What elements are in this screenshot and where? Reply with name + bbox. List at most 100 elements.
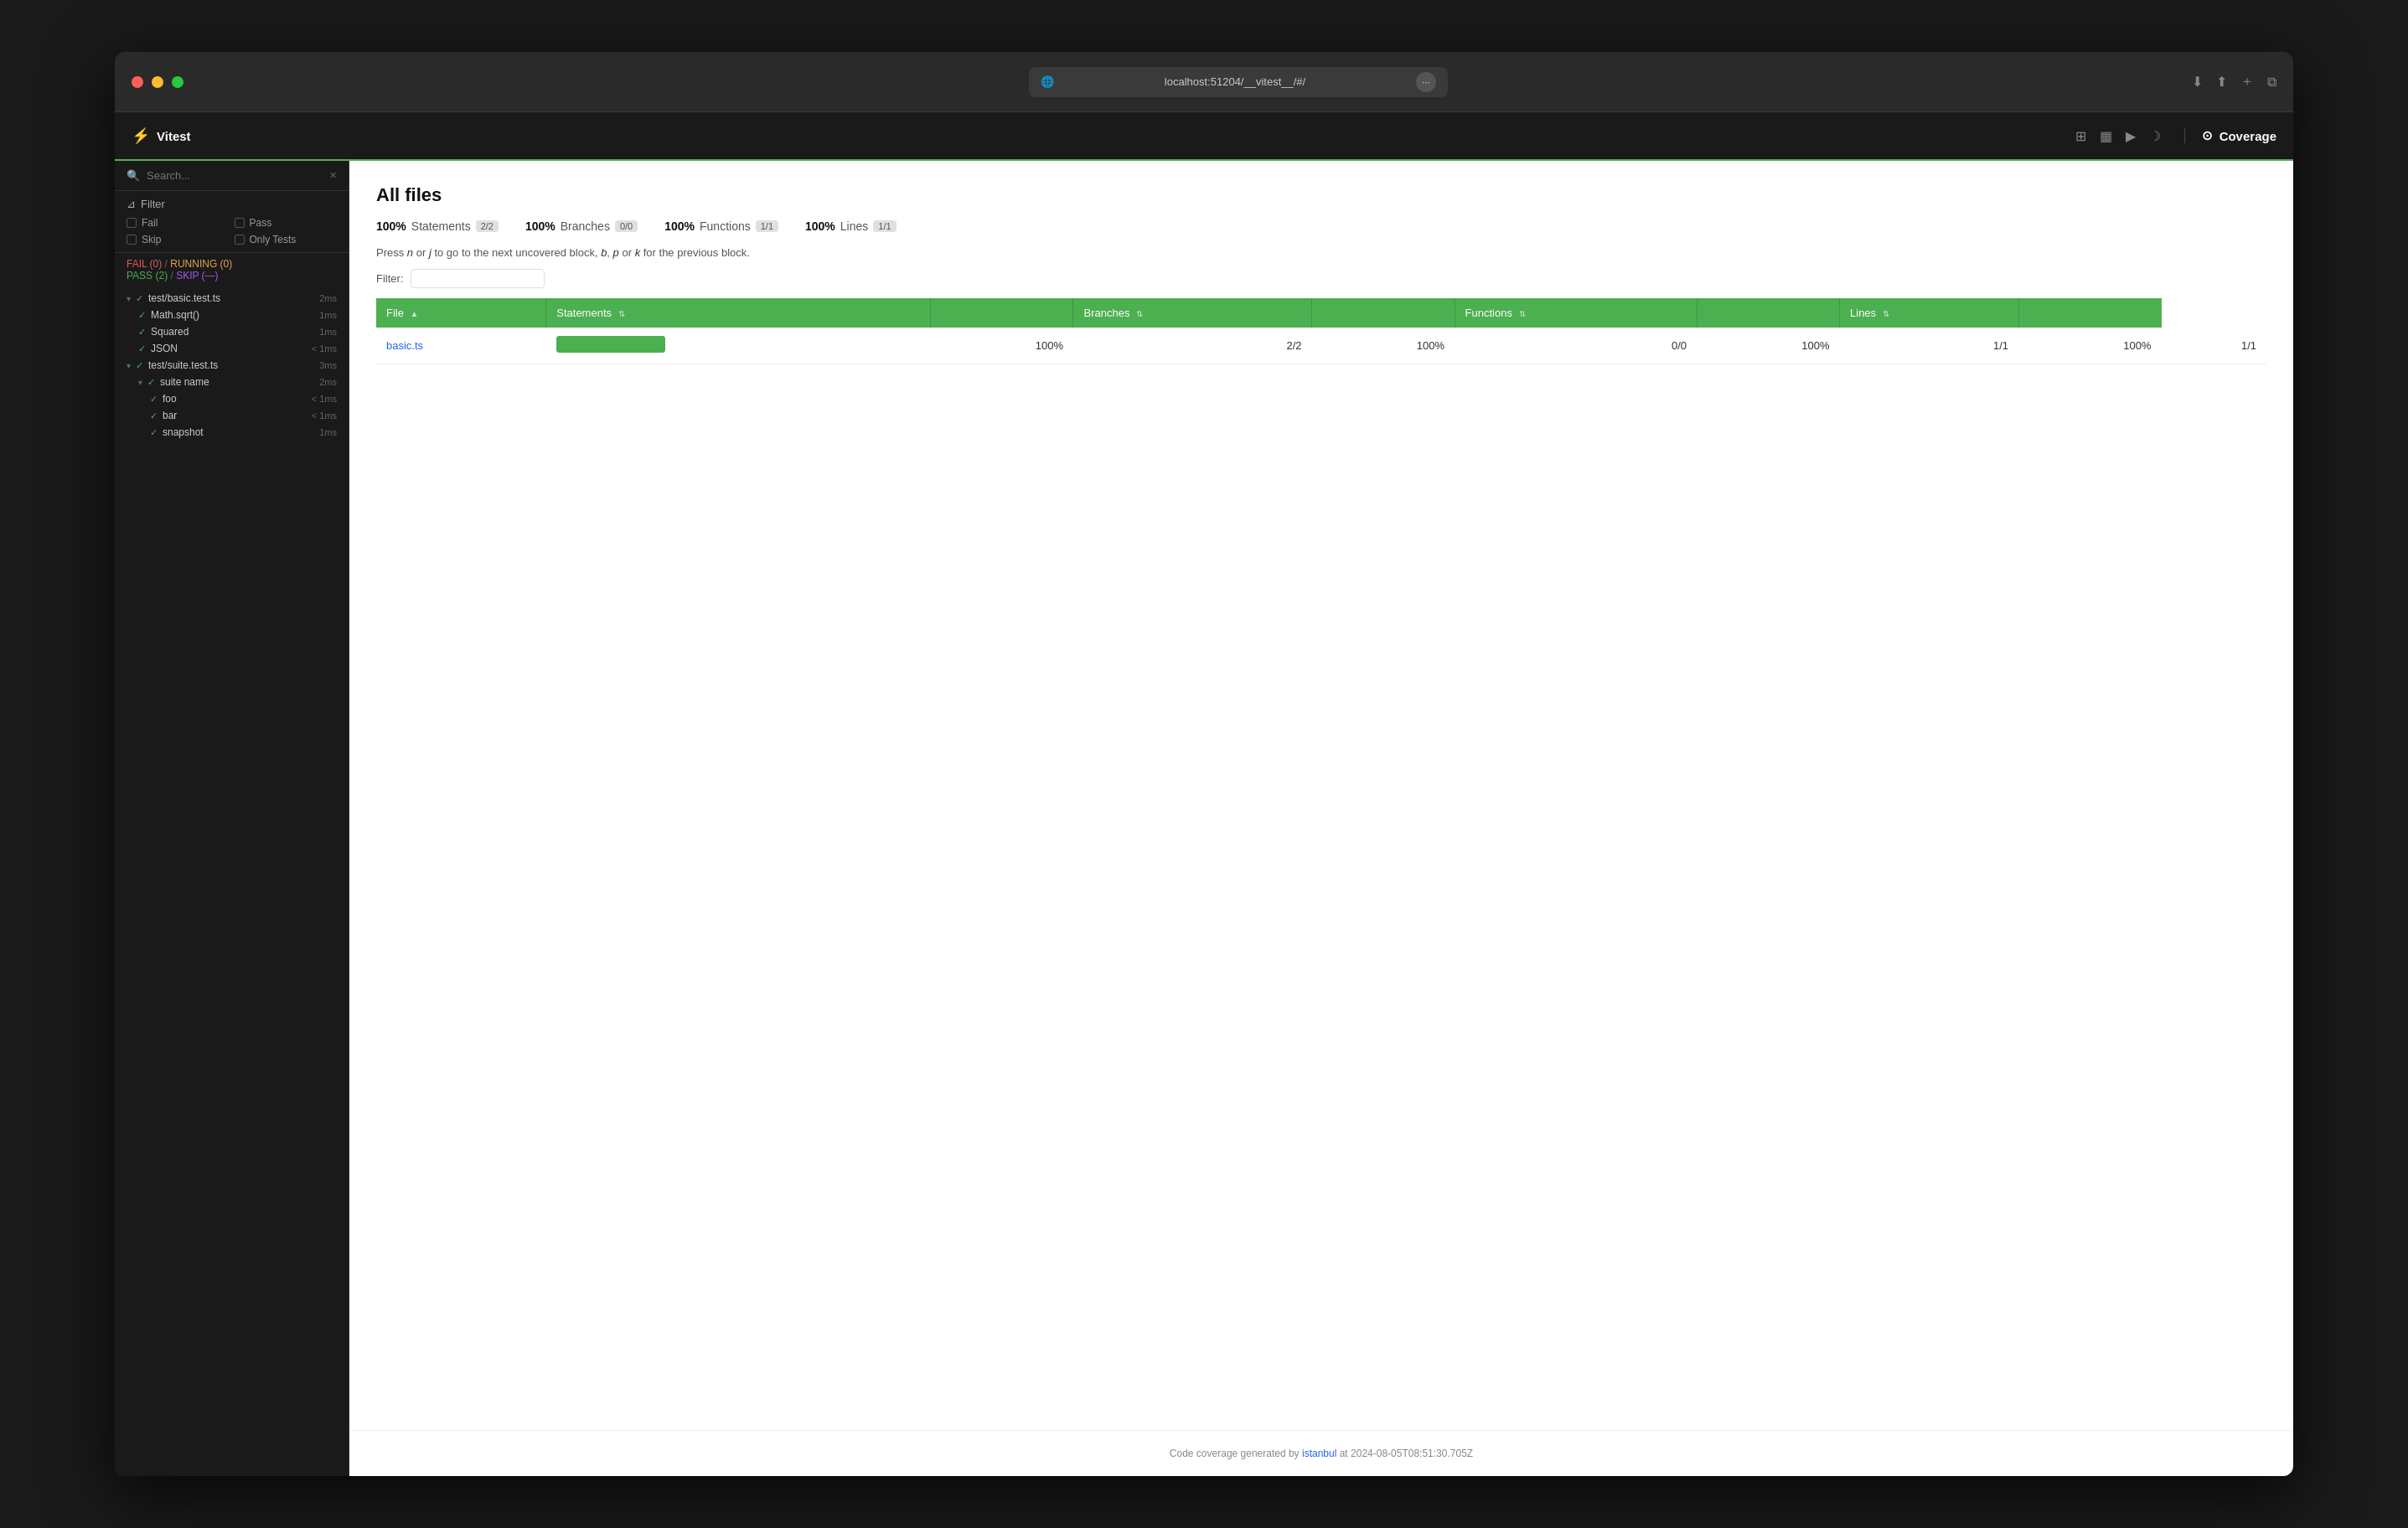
list-item[interactable]: ✓ foo < 1ms <box>115 390 349 407</box>
traffic-lights <box>132 76 183 88</box>
item-time: 2ms <box>319 377 337 387</box>
filter-section: ⊿ Filter Fail Pass Skip <box>115 191 349 253</box>
check-icon: ✓ <box>150 394 158 405</box>
th-branches[interactable]: Branches ⇅ <box>1073 298 1312 328</box>
filter-only-tests[interactable]: Only Tests <box>235 234 338 245</box>
tabs-icon[interactable]: ⧉ <box>2267 75 2276 90</box>
moon-icon[interactable]: ☽ <box>2149 128 2161 144</box>
table-body: basic.ts 100% <box>376 328 2266 364</box>
td-functions-frac: 1/1 <box>1840 328 2019 364</box>
td-branches-frac: 0/0 <box>1455 328 1697 364</box>
skip-count: SKIP (—) <box>176 270 218 281</box>
lines-badge: 1/1 <box>873 220 896 232</box>
share-icon[interactable]: ⬆ <box>2216 74 2227 90</box>
functions-header: Functions <box>1465 307 1512 319</box>
footer-text: Code coverage generated by <box>1170 1448 1300 1459</box>
test-name: Math.sqrt() <box>151 309 314 321</box>
sort-icon: ⇅ <box>618 309 625 318</box>
close-button[interactable] <box>132 76 143 88</box>
th-lines[interactable]: Lines ⇅ <box>1840 298 2019 328</box>
list-item[interactable]: ▾ ✓ test/suite.test.ts 3ms <box>115 357 349 374</box>
th-file[interactable]: File ▲ <box>376 298 546 328</box>
check-icon: ✓ <box>138 327 146 338</box>
chevron-down-icon: ▾ <box>138 378 142 387</box>
branches-label: Branches <box>561 219 610 233</box>
th-statements-frac <box>930 298 1073 328</box>
pass-checkbox[interactable] <box>235 218 245 228</box>
test-name: Squared <box>151 326 314 338</box>
sort-asc-icon: ▲ <box>411 309 419 318</box>
maximize-button[interactable] <box>172 76 183 88</box>
filter-fail[interactable]: Fail <box>127 217 230 229</box>
check-icon: ✓ <box>150 427 158 438</box>
lines-header: Lines <box>1850 307 1876 319</box>
fail-label: Fail <box>142 217 158 229</box>
run-icon[interactable]: ▶ <box>2126 128 2136 144</box>
check-icon: ✓ <box>147 377 155 388</box>
list-item[interactable]: ✓ JSON < 1ms <box>115 340 349 357</box>
new-tab-icon[interactable]: ＋ <box>2240 73 2254 90</box>
item-time: 1ms <box>319 310 337 320</box>
toolbar-icons: ⊞ ▦ ▶ ☽ <box>2075 128 2161 144</box>
check-icon: ✓ <box>136 293 143 304</box>
download-icon[interactable]: ⬇ <box>2192 74 2203 90</box>
fail-checkbox[interactable] <box>127 218 137 228</box>
filter-skip[interactable]: Skip <box>127 234 230 245</box>
functions-pct: 100% <box>664 219 695 233</box>
sidebar: 🔍 ✕ ⊿ Filter Fail Pass <box>115 161 349 1476</box>
statements-badge: 2/2 <box>476 220 499 232</box>
table-section: File ▲ Statements ⇅ Branches <box>376 298 2266 364</box>
item-time: 1ms <box>319 427 337 437</box>
th-statements[interactable]: Statements ⇅ <box>546 298 931 328</box>
list-item[interactable]: ✓ bar < 1ms <box>115 407 349 424</box>
td-branches-pct: 100% <box>1312 328 1455 364</box>
pass-label: Pass <box>250 217 272 229</box>
list-item[interactable]: ✓ snapshot 1ms <box>115 424 349 441</box>
footer: Code coverage generated by istanbul at 2… <box>349 1430 2293 1476</box>
layout-icon[interactable]: ▦ <box>2100 128 2112 144</box>
footer-time: at 2024-08-05T08:51:30.705Z <box>1340 1448 1473 1459</box>
stat-statements: 100% Statements 2/2 <box>376 219 499 233</box>
statements-pct: 100% <box>376 219 406 233</box>
td-statements-frac: 2/2 <box>1073 328 1312 364</box>
list-item[interactable]: ✓ Math.sqrt() 1ms <box>115 307 349 323</box>
list-item[interactable]: ▾ ✓ test/basic.test.ts 2ms <box>115 290 349 307</box>
file-link[interactable]: basic.ts <box>386 339 423 352</box>
toolbar: ⚡ Vitest ⊞ ▦ ▶ ☽ ⊙ Coverage <box>115 112 2293 161</box>
page-title: All files <box>376 184 2266 206</box>
lines-pct: 100% <box>805 219 835 233</box>
chevron-down-icon: ▾ <box>127 294 131 303</box>
minimize-button[interactable] <box>152 76 163 88</box>
sort-icon: ⇅ <box>1883 309 1889 318</box>
more-button[interactable]: ··· <box>1416 72 1436 92</box>
th-functions[interactable]: Functions ⇅ <box>1455 298 1697 328</box>
filter-input[interactable] <box>411 269 545 288</box>
bolt-icon: ⚡ <box>132 126 150 145</box>
filter-options: Fail Pass Skip Only Tests <box>127 217 337 245</box>
functions-badge: 1/1 <box>756 220 778 232</box>
td-lines-pct: 100% <box>2018 328 2162 364</box>
filter-pass[interactable]: Pass <box>235 217 338 229</box>
progress-bar-fill <box>556 336 665 353</box>
check-icon: ✓ <box>136 360 143 371</box>
address-bar[interactable]: 🌐 localhost:51204/__vitest__/#/ ··· <box>1029 67 1448 97</box>
grid-icon[interactable]: ⊞ <box>2075 128 2086 144</box>
functions-label: Functions <box>700 219 751 233</box>
td-functions-pct: 100% <box>1697 328 1840 364</box>
sort-icon: ⇅ <box>1519 309 1526 318</box>
test-name: snapshot <box>163 426 314 438</box>
list-item[interactable]: ✓ Squared 1ms <box>115 323 349 340</box>
only-tests-checkbox[interactable] <box>235 235 245 245</box>
coverage-stats: 100% Statements 2/2 100% Branches 0/0 10… <box>376 219 2266 233</box>
footer-link[interactable]: istanbul <box>1302 1448 1336 1459</box>
search-input[interactable] <box>147 169 323 182</box>
progress-bar-container <box>556 336 665 353</box>
skip-checkbox[interactable] <box>127 235 137 245</box>
td-statements-pct: 100% <box>930 328 1073 364</box>
th-branches-frac <box>1312 298 1455 328</box>
test-tree: ▾ ✓ test/basic.test.ts 2ms ✓ Math.sqrt()… <box>115 286 349 1476</box>
item-time: < 1ms <box>312 394 337 404</box>
list-item[interactable]: ▾ ✓ suite name 2ms <box>115 374 349 390</box>
clear-icon[interactable]: ✕ <box>329 170 337 181</box>
test-name: bar <box>163 410 307 421</box>
